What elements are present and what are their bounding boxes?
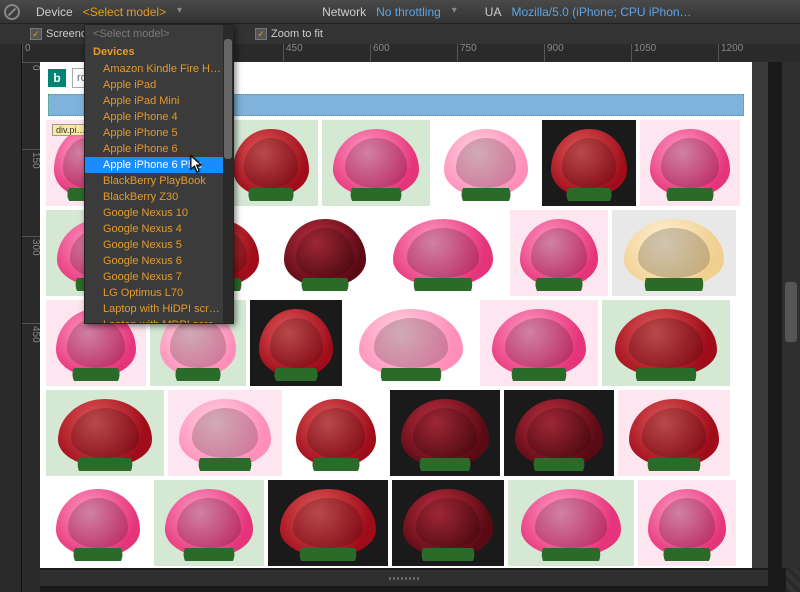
ruler-v-tick: 300 — [22, 236, 40, 256]
ua-value[interactable]: Mozilla/5.0 (iPhone; CPU iPhon… — [511, 5, 691, 19]
bing-logo-icon[interactable]: b — [48, 69, 66, 87]
disable-emulation-icon[interactable] — [4, 4, 20, 20]
ruler-h-tick: 900 — [544, 44, 564, 62]
dropdown-scrollbar[interactable] — [223, 25, 233, 323]
scrollbar-thumb[interactable] — [785, 282, 797, 342]
device-option[interactable]: Google Nexus 4 — [85, 221, 233, 237]
device-option[interactable]: BlackBerry PlayBook — [85, 173, 233, 189]
device-option[interactable]: Apple iPhone 6 — [85, 141, 233, 157]
image-result[interactable] — [346, 300, 476, 386]
device-option[interactable]: Apple iPad — [85, 77, 233, 93]
device-option[interactable]: Amazon Kindle Fire HDX — [85, 61, 233, 77]
image-result[interactable] — [380, 210, 506, 296]
device-dropdown[interactable]: <Select model> Devices Amazon Kindle Fir… — [84, 24, 234, 324]
ruler-h-tick: 450 — [283, 44, 303, 62]
image-result[interactable] — [510, 210, 608, 296]
image-result[interactable] — [286, 390, 386, 476]
image-result[interactable] — [274, 210, 376, 296]
image-result[interactable] — [504, 390, 614, 476]
device-option[interactable]: Google Nexus 10 — [85, 205, 233, 221]
image-result[interactable] — [46, 480, 150, 566]
left-gutter — [0, 44, 22, 592]
device-option[interactable]: Laptop with MDPI screen — [85, 317, 233, 324]
image-result[interactable] — [390, 390, 500, 476]
network-select[interactable]: No throttling — [376, 5, 457, 19]
image-result[interactable] — [250, 300, 342, 386]
device-option[interactable]: BlackBerry Z30 — [85, 189, 233, 205]
ruler-v-tick: 150 — [22, 149, 40, 169]
image-result[interactable] — [392, 480, 504, 566]
image-result[interactable] — [508, 480, 634, 566]
ruler-h-tick: 0 — [22, 44, 31, 62]
ruler-h-tick: 1200 — [718, 44, 743, 62]
image-result[interactable] — [638, 480, 736, 566]
device-option[interactable]: Apple iPad Mini — [85, 93, 233, 109]
network-label: Network — [322, 5, 366, 19]
image-result[interactable] — [268, 480, 388, 566]
device-select[interactable]: <Select model> — [83, 5, 182, 19]
device-option[interactable]: Google Nexus 5 — [85, 237, 233, 253]
image-result[interactable] — [602, 300, 730, 386]
ruler-h-tick: 600 — [370, 44, 390, 62]
device-label: Device — [36, 5, 73, 19]
ruler-h-tick: 750 — [457, 44, 477, 62]
ruler-vertical: 0 150 300 450 — [22, 62, 40, 592]
image-result[interactable] — [640, 120, 740, 206]
image-result[interactable] — [542, 120, 636, 206]
device-toolbar: Device <Select model> Network No throttl… — [0, 0, 800, 24]
scrollbar-vertical[interactable] — [782, 62, 800, 568]
image-result[interactable] — [322, 120, 430, 206]
image-result[interactable] — [168, 390, 282, 476]
ruler-v-tick: 0 — [22, 62, 40, 71]
image-result[interactable] — [612, 210, 736, 296]
grip-icon — [389, 577, 419, 580]
image-result[interactable] — [46, 390, 164, 476]
device-option[interactable]: Laptop with HiDPI screen — [85, 301, 233, 317]
dropdown-header: Devices — [85, 43, 233, 61]
image-result[interactable] — [224, 120, 318, 206]
screencast-checkbox[interactable] — [30, 28, 42, 40]
image-result[interactable] — [618, 390, 730, 476]
device-option[interactable]: Apple iPhone 4 — [85, 109, 233, 125]
ua-label: UA — [485, 5, 502, 19]
zoom-checkbox[interactable] — [255, 28, 267, 40]
image-result[interactable] — [434, 120, 538, 206]
ruler-h-tick: 1050 — [631, 44, 656, 62]
dropdown-hint[interactable]: <Select model> — [85, 25, 233, 43]
zoom-label: Zoom to fit — [271, 28, 323, 40]
device-option[interactable]: Apple iPhone 5 — [85, 125, 233, 141]
image-result[interactable] — [480, 300, 598, 386]
ruler-v-tick: 450 — [22, 323, 40, 343]
device-option[interactable]: Google Nexus 6 — [85, 253, 233, 269]
image-result[interactable] — [154, 480, 264, 566]
device-option[interactable]: Apple iPhone 6 Plus — [85, 157, 233, 173]
device-option[interactable]: LG Optimus L70 — [85, 285, 233, 301]
resize-grip-bar[interactable] — [40, 570, 768, 586]
device-option[interactable]: Google Nexus 7 — [85, 269, 233, 285]
